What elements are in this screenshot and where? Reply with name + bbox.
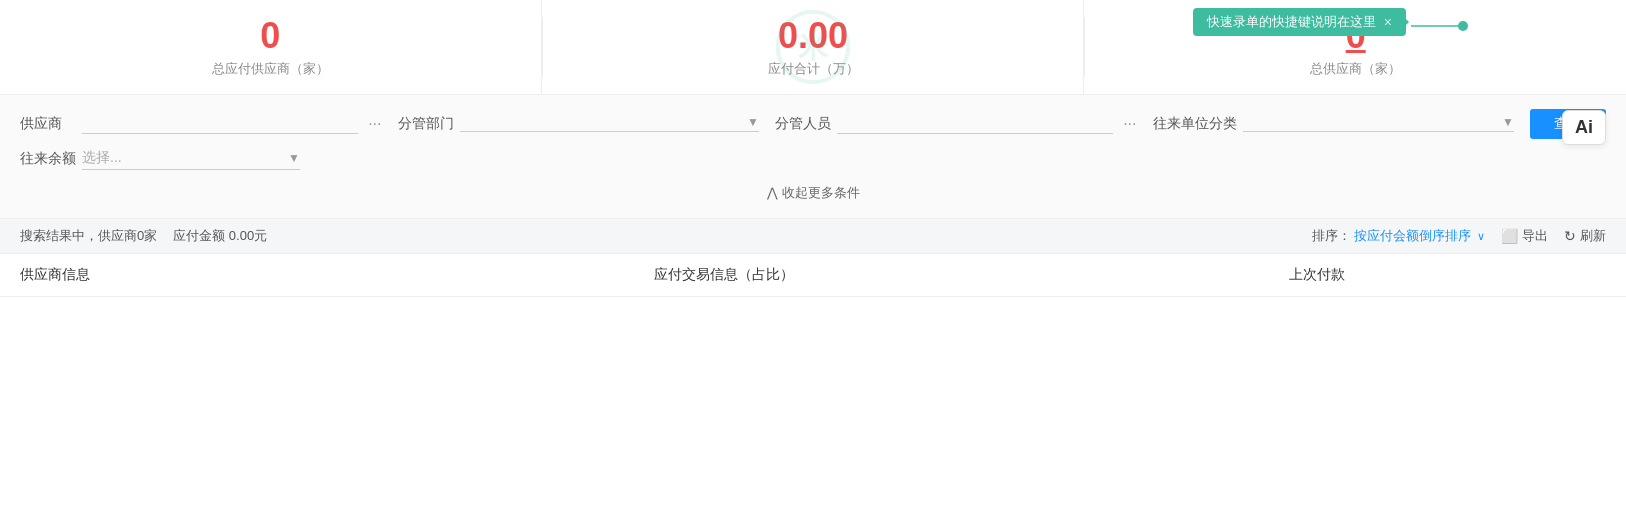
collapse-label: 收起更多条件 [782,184,860,202]
coin-icon: 米 [773,7,853,87]
table-body [0,297,1626,515]
sort-label: 排序： 按应付会额倒序排序 ∨ [1312,227,1485,245]
stat-total-payable-suppliers: 0 总应付供应商（家） [0,0,542,94]
dept-select[interactable]: ▼ [460,115,760,132]
stat-label-total-suppliers: 总供应商（家） [1310,60,1401,78]
collapse-button[interactable]: ⋀ 收起更多条件 [20,180,1606,212]
refresh-button[interactable]: ↻ 刷新 [1564,227,1606,245]
table-header: 供应商信息 应付交易信息（占比） 上次付款 [0,254,1626,297]
tooltip-connector [1411,20,1471,32]
person-dots-btn[interactable]: ··· [1123,115,1136,133]
filter-section: 供应商 ··· 分管部门 ▼ 分管人员 ··· 往来单位分类 ▼ 查询 [0,95,1626,219]
refresh-icon: ↻ [1564,228,1576,244]
filter-person: 分管人员 ··· [775,113,1137,134]
filter-unit-class: 往来单位分类 ▼ [1153,115,1515,133]
supplier-input[interactable] [82,113,358,134]
filter-row-2: 往来余额 选择... ▼ [20,149,1606,170]
stats-bar: 0 总应付供应商（家） 米 0.00 应付合计（万） 快速录单的快捷键说明在这里… [0,0,1626,95]
sort-value[interactable]: 按应付会额倒序排序 [1354,228,1471,243]
refresh-label: 刷新 [1580,227,1606,245]
collapse-chevron-icon: ⋀ [767,185,778,200]
supplier-dots-btn[interactable]: ··· [368,115,381,133]
svg-text:米: 米 [797,28,829,62]
supplier-label: 供应商 [20,115,76,133]
balance-value: 选择... [82,149,288,167]
svg-point-3 [1458,21,1468,31]
ai-badge[interactable]: Ai [1562,110,1606,145]
result-summary: 搜索结果中，供应商0家 [20,227,157,245]
unit-class-label: 往来单位分类 [1153,115,1237,133]
filter-balance: 往来余额 选择... ▼ [20,149,300,170]
result-info: 搜索结果中，供应商0家 应付金额 0.00元 [20,227,267,245]
export-icon: ⬜ [1501,228,1518,244]
dept-label: 分管部门 [398,115,454,133]
filter-supplier: 供应商 ··· [20,113,382,134]
balance-chevron-icon: ▼ [288,151,300,165]
stat-payable-total: 米 0.00 应付合计（万） [543,0,1085,94]
export-button[interactable]: ⬜ 导出 [1501,227,1548,245]
tooltip-close-button[interactable]: × [1384,14,1392,30]
unit-class-select[interactable]: ▼ [1243,115,1515,132]
result-bar: 搜索结果中，供应商0家 应付金额 0.00元 排序： 按应付会额倒序排序 ∨ ⬜… [0,219,1626,254]
person-input[interactable] [837,113,1113,134]
col-header-transaction: 应付交易信息（占比） [654,266,1288,284]
balance-select[interactable]: 选择... ▼ [82,149,300,170]
result-actions: 排序： 按应付会额倒序排序 ∨ ⬜ 导出 ↻ 刷新 [1312,227,1606,245]
sort-chevron-icon[interactable]: ∨ [1477,230,1485,242]
filter-row-1: 供应商 ··· 分管部门 ▼ 分管人员 ··· 往来单位分类 ▼ 查询 [20,109,1606,139]
unit-class-chevron-icon: ▼ [1502,115,1514,129]
result-amount: 应付金额 0.00元 [173,227,267,245]
stat-value-payable-suppliers: 0 [260,16,280,56]
tooltip-bubble: 快速录单的快捷键说明在这里 × [1193,8,1406,36]
filter-dept: 分管部门 ▼ [398,115,760,133]
col-header-last-payment: 上次付款 [1289,266,1606,284]
dept-chevron-icon: ▼ [747,115,759,129]
balance-label: 往来余额 [20,150,76,168]
export-label: 导出 [1522,227,1548,245]
person-label: 分管人员 [775,115,831,133]
stat-total-suppliers: 快速录单的快捷键说明在这里 × 0 总供应商（家） [1085,0,1626,94]
tooltip-text: 快速录单的快捷键说明在这里 [1207,13,1376,31]
stat-label-payable-suppliers: 总应付供应商（家） [212,60,329,78]
col-header-supplier-info: 供应商信息 [20,266,654,284]
sort-prefix: 排序： [1312,228,1351,243]
